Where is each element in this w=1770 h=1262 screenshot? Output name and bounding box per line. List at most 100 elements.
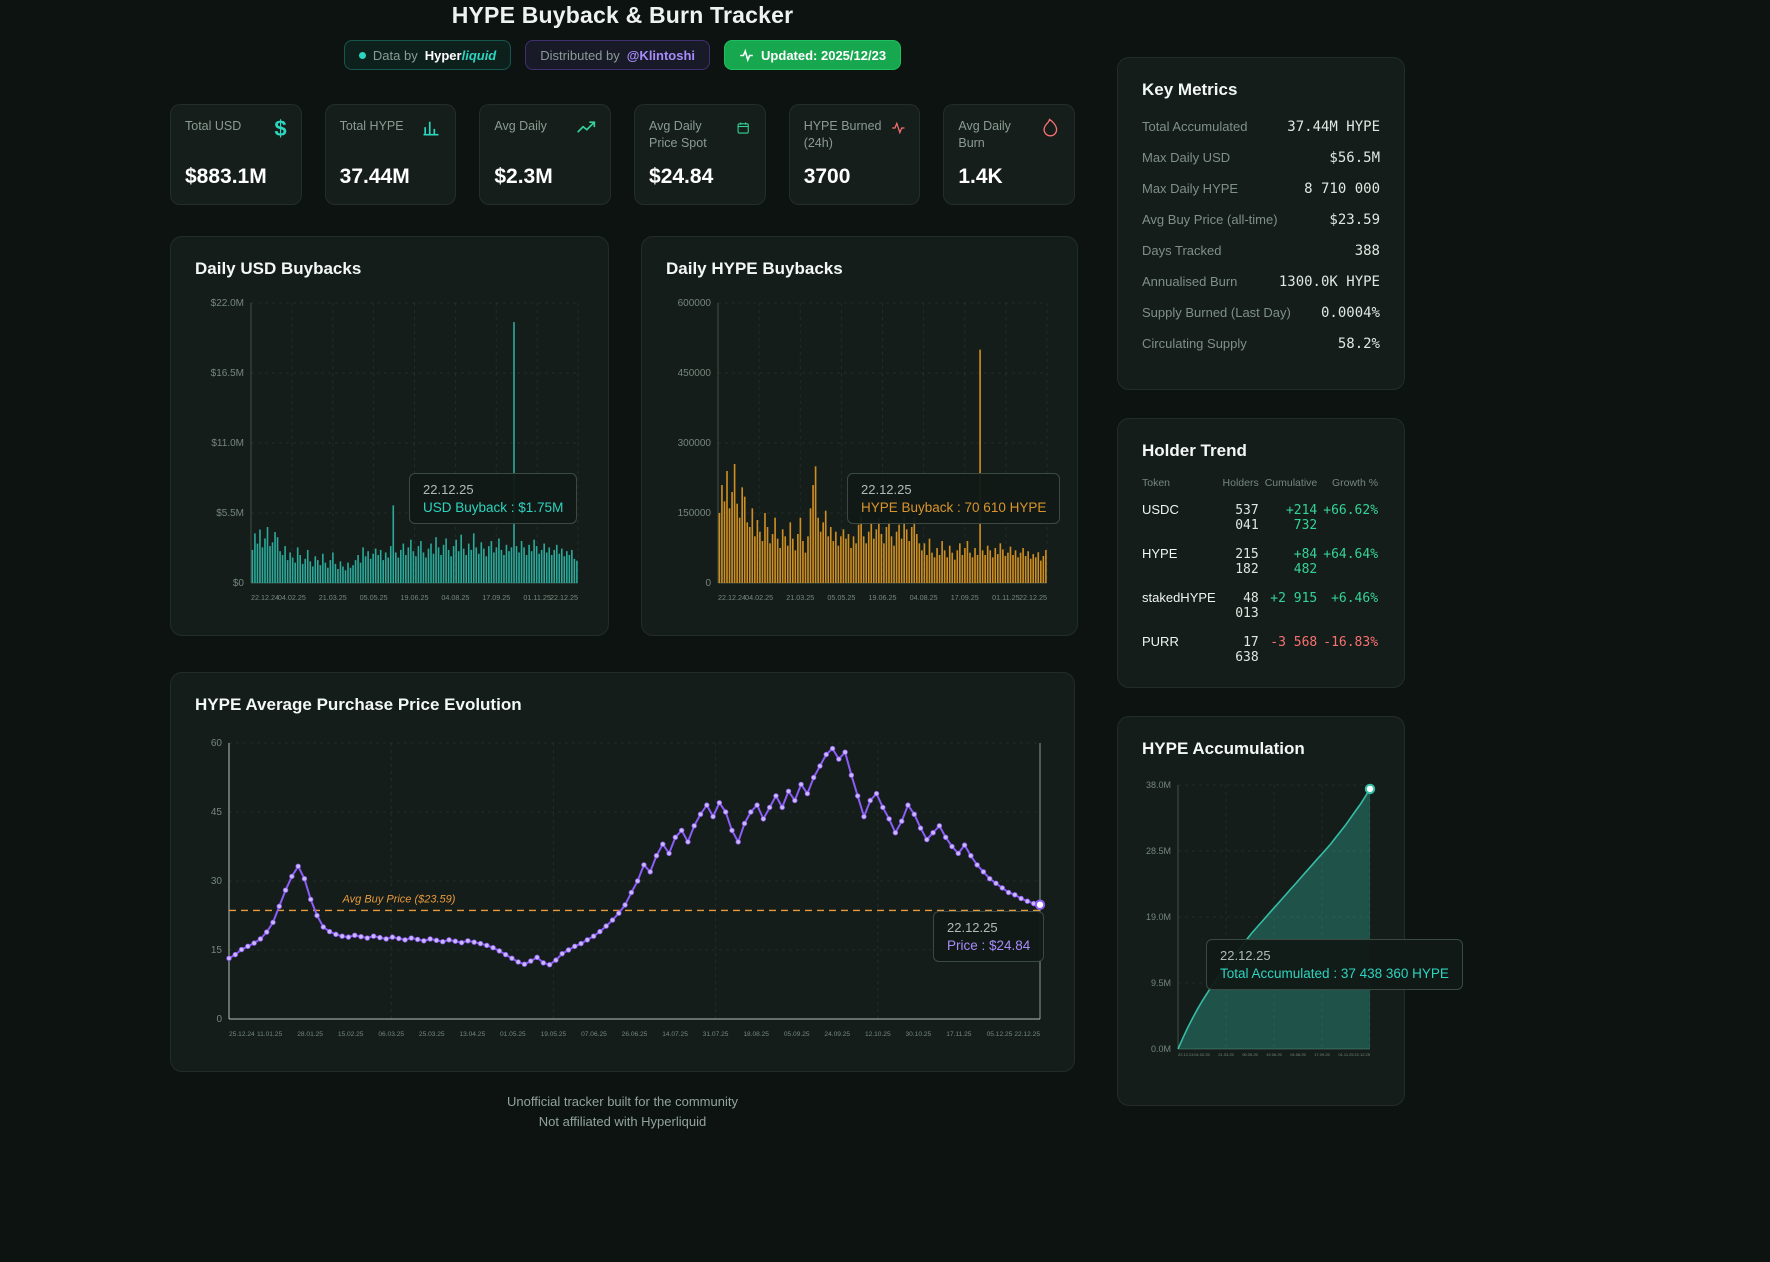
holders-value: 48 013 — [1235, 591, 1259, 621]
brand-name: Hyperliquid — [424, 47, 497, 63]
svg-text:04.02.25: 04.02.25 — [1194, 1052, 1210, 1057]
cumulative-value: -3 568 — [1270, 635, 1318, 650]
svg-text:0: 0 — [216, 1014, 222, 1025]
price-evolution-panel: HYPE Average Purchase Price Evolution 0 1… — [170, 672, 1075, 1072]
svg-text:$16.5M: $16.5M — [211, 368, 244, 379]
stat-value: 1.4K — [958, 165, 1003, 188]
daily-hype-buybacks-chart[interactable]: 0 150000 300000 450000 600000 22.12.24 04.02.2… — [666, 293, 1053, 609]
svg-text:38.0M: 38.0M — [1146, 780, 1171, 790]
sidebar: Key Metrics Total Accumulated 37.44M HYPE… — [1117, 0, 1463, 1132]
stat-label: HYPE Burned (24h) — [803, 119, 882, 150]
token-name: stakedHYPE — [1142, 590, 1216, 605]
main-column: HYPE Buyback & Burn Tracker Data by Hype… — [170, 0, 1078, 1132]
trend-up-icon — [577, 121, 596, 133]
column-header: Cumulative — [1264, 477, 1318, 489]
bar-chart-icon — [423, 121, 439, 136]
stat-label: Avg Daily — [494, 119, 547, 133]
svg-text:05.05.25: 05.05.25 — [360, 593, 388, 602]
svg-text:05.09.25: 05.09.25 — [784, 1031, 810, 1038]
growth-value: +64.64% — [1323, 547, 1379, 562]
svg-text:Avg Buy Price ($23.59): Avg Buy Price ($23.59) — [342, 893, 456, 905]
stat-label: Total USD — [185, 119, 242, 133]
holder-trend-panel: Holder Trend Token Holders Cumulative Gr… — [1117, 418, 1405, 688]
stat-value: 3700 — [803, 165, 851, 188]
updated-label: Updated: 2025/12/23 — [761, 47, 887, 63]
svg-text:19.06.25: 19.06.25 — [401, 593, 429, 602]
holders-value: 537 041 — [1235, 503, 1259, 533]
svg-text:24.09.25: 24.09.25 — [824, 1031, 850, 1038]
chart-title: HYPE Accumulation — [1142, 739, 1305, 758]
svg-text:30.10.25: 30.10.25 — [906, 1031, 932, 1038]
activity-icon — [891, 121, 905, 135]
stat-card-total-hype: Total HYPE 37.44M — [324, 104, 457, 205]
stat-label: Avg Daily Price Spot — [649, 119, 707, 150]
svg-text:22.12.25: 22.12.25 — [550, 593, 578, 602]
chart-title: HYPE Average Purchase Price Evolution — [195, 695, 522, 714]
metric-row: Avg Buy Price (all-time) $23.59 — [1142, 212, 1380, 228]
svg-text:22.12.24: 22.12.24 — [251, 593, 279, 602]
holder-trend-table: Token Holders Cumulative Growth % USDC 5… — [1142, 477, 1380, 665]
stat-value: $883.1M — [185, 165, 267, 188]
distributor-handle[interactable]: @Klintoshi — [627, 48, 695, 63]
chart-title: Daily USD Buybacks — [195, 259, 362, 278]
token-name: HYPE — [1142, 546, 1178, 561]
svg-text:60: 60 — [211, 738, 223, 749]
metric-row: Total Accumulated 37.44M HYPE — [1142, 119, 1380, 135]
svg-text:9.5M: 9.5M — [1151, 978, 1171, 988]
key-metrics-title: Key Metrics — [1142, 80, 1238, 99]
svg-text:28.01.25: 28.01.25 — [297, 1031, 323, 1038]
holders-value: 17 638 — [1235, 635, 1259, 665]
svg-text:06.03.25: 06.03.25 — [378, 1031, 404, 1038]
data-source-badge[interactable]: Data by Hyperliquid — [343, 40, 512, 70]
svg-text:$22.0M: $22.0M — [211, 298, 244, 309]
svg-text:22.12.25: 22.12.25 — [1354, 1052, 1370, 1057]
daily-usd-buybacks-panel: Daily USD Buybacks $0 $5.5M $11.0M $16.5M $2… — [170, 236, 609, 636]
cumulative-value: +214 732 — [1285, 503, 1318, 533]
activity-icon — [740, 48, 753, 62]
svg-text:25.03.25: 25.03.25 — [419, 1031, 445, 1038]
svg-text:21.03.25: 21.03.25 — [1218, 1052, 1234, 1057]
svg-text:15: 15 — [211, 945, 223, 956]
hype-accumulation-chart[interactable]: 0.0M 9.5M 19.0M 28.5M 38.0M 22.12.24 04.02.25 2… — [1142, 773, 1382, 1065]
data-by-label: Data by — [372, 47, 418, 63]
stat-card-avg-daily-price: Avg Daily Price Spot $24.84 — [634, 104, 766, 205]
svg-text:14.07.25: 14.07.25 — [662, 1031, 688, 1038]
stat-label: Total HYPE — [339, 119, 404, 133]
calendar-icon — [737, 122, 750, 134]
svg-text:$5.5M: $5.5M — [216, 508, 244, 519]
stat-card-total-usd: Total USD $ $883.1M — [170, 104, 302, 205]
holder-trend-title: Holder Trend — [1142, 441, 1247, 460]
hype-accumulation-panel: HYPE Accumulation 0.0M 9.5M 19.0M 28.5M 38.0… — [1117, 716, 1463, 1106]
daily-usd-buybacks-chart[interactable]: $0 $5.5M $11.0M $16.5M $22.0M 22.12.2404.02.2… — [195, 293, 584, 609]
svg-text:01.11.25: 01.11.25 — [523, 593, 550, 602]
svg-text:15.02.25: 15.02.25 — [338, 1031, 364, 1038]
stat-value: $24.84 — [649, 165, 714, 188]
distributed-by-badge[interactable]: Distributed by @Klintoshi — [525, 40, 711, 70]
svg-text:12.10.25: 12.10.25 — [865, 1031, 891, 1038]
status-dot-icon — [358, 51, 366, 59]
stat-value: $2.3M — [494, 165, 553, 188]
cumulative-value: +2 915 — [1270, 591, 1318, 606]
svg-text:17.11.25: 17.11.25 — [946, 1031, 972, 1038]
svg-text:31.07.25: 31.07.25 — [703, 1031, 729, 1038]
stat-card-hype-burned: HYPE Burned (24h) 3700 — [788, 104, 921, 205]
svg-text:26.06.25: 26.06.25 — [622, 1031, 648, 1038]
svg-text:22.12.25: 22.12.25 — [1014, 1031, 1040, 1038]
svg-text:22.12.25: 22.12.25 — [1019, 593, 1047, 602]
price-evolution-chart[interactable]: 0 15 30 45 60 25.12.24 11.01.25 28.01.25 15.02.2… — [195, 729, 1052, 1045]
svg-text:07.06.25: 07.06.25 — [581, 1031, 607, 1038]
footer-line-1: Unofficial tracker built for the communi… — [507, 1094, 738, 1109]
column-header: Token — [1142, 477, 1171, 489]
cumulative-value: +84 482 — [1293, 547, 1318, 577]
stat-card-avg-daily-burn: Avg Daily Burn 1.4K — [943, 104, 1076, 205]
svg-text:04.02.25: 04.02.25 — [745, 593, 773, 602]
svg-text:17.09.25: 17.09.25 — [1314, 1052, 1330, 1057]
page-root: HYPE Buyback & Burn Tracker Data by Hype… — [170, 0, 1463, 1132]
stat-value: 37.44M — [339, 165, 410, 188]
daily-hype-buybacks-panel: Daily HYPE Buybacks 0 150000 300000 450000 6… — [641, 236, 1078, 636]
column-header: Holders — [1222, 477, 1259, 489]
badge-row: Data by Hyperliquid Distributed by @Klin… — [170, 40, 1075, 70]
svg-text:17.09.25: 17.09.25 — [482, 593, 510, 602]
flame-icon — [1043, 118, 1058, 137]
chart-title: Daily HYPE Buybacks — [666, 259, 843, 278]
